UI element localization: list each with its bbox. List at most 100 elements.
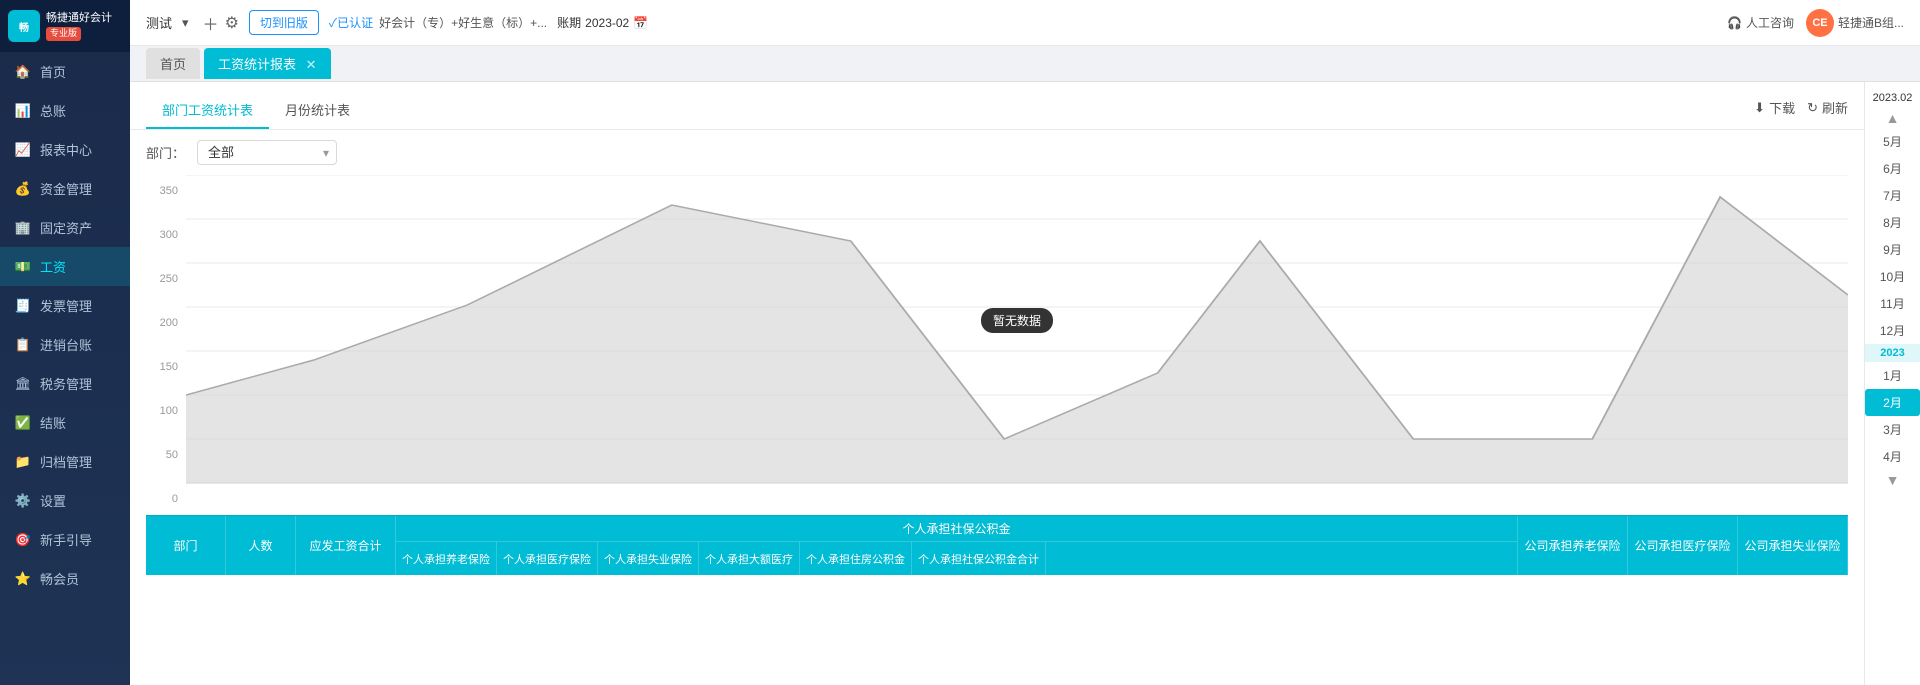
sidebar-label-checkout: 结账 [40,413,66,432]
sidebar-logo: 畅 畅捷通好会计 专业版 [0,0,130,52]
th-group-label: 个人承担社保公积金 [396,516,1517,542]
th-personal-major-medical: 个人承担大额医疗 [699,542,800,575]
date-aug[interactable]: 8月 [1865,209,1920,236]
sidebar-item-ledger[interactable]: 📊 总账 [0,91,130,130]
tab-payroll-report[interactable]: 工资统计报表 ✕ [204,48,331,79]
th-personal-total: 个人承担社保公积金合计 [912,542,1046,575]
home-icon: 🏠 [14,63,32,81]
th-dept: 部门 [146,516,226,575]
y-label-150: 150 [146,361,186,373]
period-label: 账期 [557,14,581,31]
sidebar-item-funds[interactable]: 💰 资金管理 [0,169,130,208]
sidebar-item-sales[interactable]: 📋 进销台账 [0,325,130,364]
sidebar-label-sales: 进销台账 [40,335,92,354]
add-icon[interactable]: ＋ [203,11,219,35]
period-info: 账期 2023-02 📅 [557,14,648,31]
guide-icon: 🎯 [14,531,32,549]
download-icon: ⬇ [1754,100,1765,116]
th-personal-medical: 个人承担医疗保险 [497,542,598,575]
sidebar-label-payroll: 工资 [40,257,66,276]
sidebar-label-tax: 税务管理 [40,374,92,393]
date-jun[interactable]: 6月 [1865,155,1920,182]
date-sep[interactable]: 9月 [1865,236,1920,263]
date-oct[interactable]: 10月 [1865,263,1920,290]
date-up-arrow[interactable]: ▲ [1865,108,1920,128]
date-nov[interactable]: 11月 [1865,290,1920,317]
tax-icon: 🏛 [14,375,32,393]
y-label-200: 200 [146,317,186,329]
y-label-350: 350 [146,185,186,197]
sub-tab-actions: ⬇ 下载 ↻ 刷新 [1754,98,1848,123]
sidebar-item-assets[interactable]: 🏢 固定资产 [0,208,130,247]
sidebar-label-funds: 资金管理 [40,179,92,198]
company-name: 测试 [146,13,172,32]
sidebar-item-home[interactable]: 🏠 首页 [0,52,130,91]
sub-tabs: 部门工资统计表 月份统计表 ⬇ 下载 ↻ 刷新 [130,82,1864,130]
sidebar-item-settings[interactable]: ⚙️ 设置 [0,481,130,520]
date-jul[interactable]: 7月 [1865,182,1920,209]
sub-tab-monthly[interactable]: 月份统计表 [269,92,366,129]
sidebar-item-guide[interactable]: 🎯 新手引导 [0,520,130,559]
download-button[interactable]: ⬇ 下载 [1754,98,1795,117]
sidebar-item-reports[interactable]: 📈 报表中心 [0,130,130,169]
sidebar-label-member: 畅会员 [40,569,79,588]
sidebar-item-payroll[interactable]: 💵 工资 [0,247,130,286]
calendar-icon[interactable]: 📅 [633,16,648,30]
badges-text: 好会计（专）+好生意（标）+... [379,14,547,31]
date-jan[interactable]: 1月 [1865,362,1920,389]
date-apr[interactable]: 4月 [1865,443,1920,470]
sidebar: 畅 畅捷通好会计 专业版 🏠 首页 📊 总账 📈 报表中心 💰 资金管理 🏢 固… [0,0,130,685]
sidebar-item-tax[interactable]: 🏛 税务管理 [0,364,130,403]
th-personal-pension: 个人承担养老保险 [396,542,497,575]
sidebar-item-invoice[interactable]: 🧾 发票管理 [0,286,130,325]
date-dec[interactable]: 12月 [1865,317,1920,344]
sidebar-label-reports: 报表中心 [40,140,92,159]
main-content: 测试 ▾ ＋ ⚙ 切到旧版 ✓已认证 好会计（专）+好生意（标）+... 账期 … [130,0,1920,685]
tab-home[interactable]: 首页 [146,48,200,79]
settings-icon[interactable]: ⚙ [225,13,239,33]
th-group-personal-insurance: 个人承担社保公积金 个人承担养老保险 个人承担医疗保险 个人承担失业保险 个人承… [396,516,1518,575]
sidebar-label-guide: 新手引导 [40,530,92,549]
date-year-2023[interactable]: 2023 [1865,344,1920,362]
user-menu[interactable]: CE 轻捷通B组... [1806,9,1904,37]
date-panel: 2023.02 ▲ 5月 6月 7月 8月 9月 10月 11月 12月 202… [1864,82,1920,685]
status-badges: ✓已认证 好会计（专）+好生意（标）+... [329,14,547,31]
sidebar-label-ledger: 总账 [40,101,66,120]
sidebar-label-settings: 设置 [40,491,66,510]
sidebar-item-archive[interactable]: 📁 归档管理 [0,442,130,481]
sidebar-label-archive: 归档管理 [40,452,92,471]
y-label-300: 300 [146,229,186,241]
date-feb-active[interactable]: 2月 [1865,389,1920,416]
headset-icon: 🎧 [1727,16,1742,30]
y-axis: 350 300 250 200 150 100 50 0 [146,175,186,515]
sub-tab-dept[interactable]: 部门工资统计表 [146,92,269,129]
th-salary-total: 应发工资合计 [296,516,396,575]
archive-icon: 📁 [14,453,32,471]
header-right: 🎧 人工咨询 CE 轻捷通B组... [1727,9,1904,37]
user-avatar: CE [1806,9,1834,37]
date-mar[interactable]: 3月 [1865,416,1920,443]
dept-select[interactable]: 全部 人事部 财务部 销售部 [197,140,337,165]
table-header: 部门 人数 应发工资合计 个人承担社保公积金 个人承担养老保险 个人承担医疗保险… [146,515,1848,575]
sidebar-item-checkout[interactable]: ✅ 结账 [0,403,130,442]
user-name: 轻捷通B组... [1838,14,1904,31]
company-dropdown[interactable]: ▾ [182,15,189,31]
support-button[interactable]: 🎧 人工咨询 [1727,14,1794,31]
app-logo-text: 畅捷通好会计 专业版 [46,11,112,41]
reports-icon: 📈 [14,141,32,159]
period-value: 2023-02 [585,16,629,30]
sidebar-item-member[interactable]: ⭐ 畅会员 [0,559,130,598]
tab-close-icon[interactable]: ✕ [306,57,317,72]
header-actions: ＋ ⚙ [203,11,239,35]
checkout-icon: ✅ [14,414,32,432]
date-down-arrow[interactable]: ▼ [1865,470,1920,490]
payroll-icon: 💵 [14,258,32,276]
refresh-button[interactable]: ↻ 刷新 [1807,98,1848,117]
th-company-unemployment: 公司承担失业保险 [1738,516,1848,575]
sales-icon: 📋 [14,336,32,354]
date-may[interactable]: 5月 [1865,128,1920,155]
dept-label: 部门： [146,143,185,162]
member-icon: ⭐ [14,570,32,588]
th-group-cells: 个人承担养老保险 个人承担医疗保险 个人承担失业保险 个人承担大额医疗 个人承担… [396,542,1517,575]
switch-old-version-button[interactable]: 切到旧版 [249,10,319,35]
